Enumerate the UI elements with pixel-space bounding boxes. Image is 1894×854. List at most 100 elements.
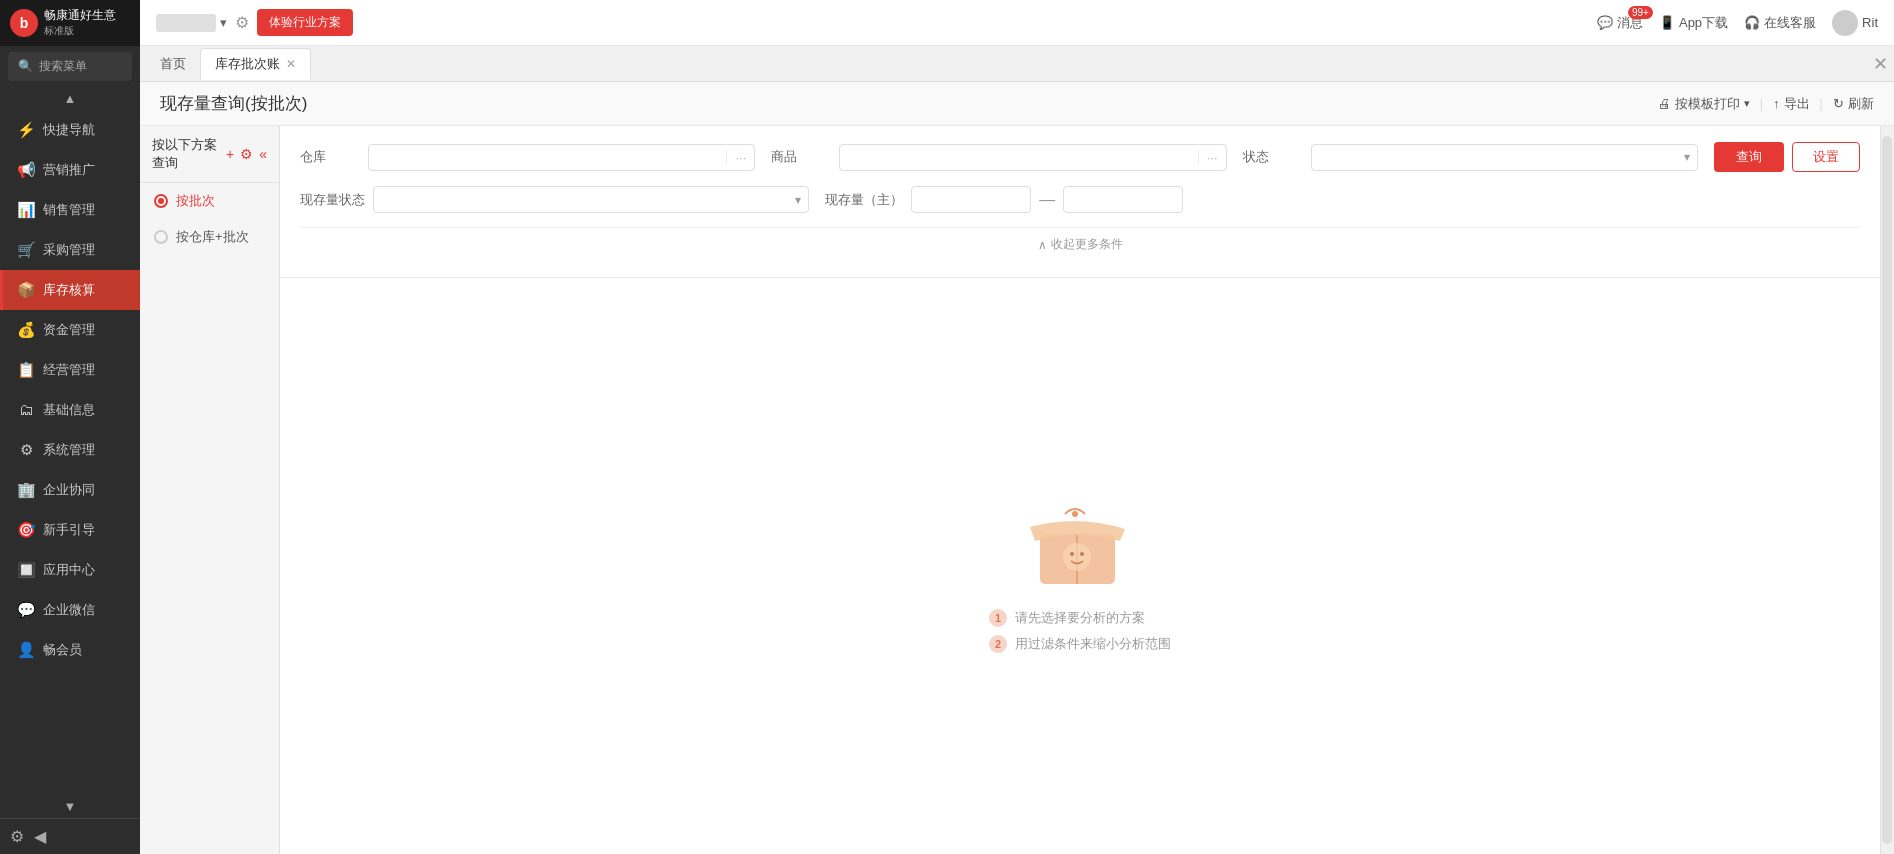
sidebar-item-marketing[interactable]: 📢 营销推广 bbox=[0, 150, 140, 190]
app-name: 畅康通好生意 bbox=[44, 8, 116, 24]
empty-svg bbox=[1020, 479, 1140, 589]
filter-item-by-batch[interactable]: 按批次 bbox=[140, 183, 279, 219]
right-scrollbar[interactable] bbox=[1880, 126, 1894, 854]
tab-home-label: 首页 bbox=[160, 55, 186, 73]
page-header: 现存量查询(按批次) 🖨 按模板打印 ▾ | ↑ 导出 | ↻ 刷新 bbox=[140, 82, 1894, 126]
sidebar-header: b 畅康通好生意 标准版 bbox=[0, 0, 140, 46]
product-input[interactable] bbox=[840, 145, 1197, 170]
enterprise-icon: 🏢 bbox=[17, 481, 35, 499]
stock-status-select-wrapper: 正常 不足 bbox=[373, 186, 809, 213]
filter-add-btn[interactable]: + bbox=[226, 146, 234, 162]
filter-sidebar: 按以下方案查询 + ⚙ « 按批次 按仓库+批次 bbox=[140, 126, 280, 854]
sidebar-item-newbie[interactable]: 🎯 新手引导 bbox=[0, 510, 140, 550]
sidebar-item-inventory[interactable]: 📦 库存核算 bbox=[0, 270, 140, 310]
sidebar-item-label: 畅会员 bbox=[43, 641, 82, 659]
topbar-left: ▾ ⚙ 体验行业方案 bbox=[156, 9, 1585, 36]
stock-status-label: 现存量状态 bbox=[300, 191, 365, 209]
sidebar-item-purchase[interactable]: 🛒 采购管理 bbox=[0, 230, 140, 270]
topbar-gear-icon[interactable]: ⚙ bbox=[235, 13, 249, 32]
message-badge: 99+ bbox=[1628, 6, 1653, 19]
sidebar-item-basic-info[interactable]: 🗂 基础信息 bbox=[0, 390, 140, 430]
print-template-btn[interactable]: 🖨 按模板打印 ▾ bbox=[1658, 95, 1750, 113]
stock-status-select[interactable]: 正常 不足 bbox=[373, 186, 809, 213]
filter-settings-btn[interactable]: ⚙ bbox=[240, 146, 253, 162]
stock-status-field: 现存量状态 正常 不足 bbox=[300, 186, 809, 213]
empty-hint-1: 1 请先选择要分析的方案 bbox=[989, 609, 1171, 627]
product-more-btn[interactable]: ··· bbox=[1198, 150, 1226, 165]
scroll-up-btn[interactable]: ▲ bbox=[0, 87, 140, 110]
message-btn[interactable]: 💬 消息 99+ bbox=[1597, 14, 1643, 32]
export-btn[interactable]: ↑ 导出 bbox=[1773, 95, 1810, 113]
print-chevron-icon[interactable]: ▾ bbox=[1744, 97, 1750, 110]
collapse-label: 收起更多条件 bbox=[1051, 236, 1123, 253]
sidebar-item-sales[interactable]: 📊 销售管理 bbox=[0, 190, 140, 230]
export-icon: ↑ bbox=[1773, 96, 1780, 111]
tab-home[interactable]: 首页 bbox=[146, 49, 200, 79]
search-menu-label: 搜索菜单 bbox=[39, 58, 87, 75]
sidebar-settings-btn[interactable]: ⚙ bbox=[10, 827, 24, 846]
status-field: 状态 在库 出库 bbox=[1243, 144, 1698, 171]
sidebar-item-wechat[interactable]: 💬 企业微信 bbox=[0, 590, 140, 630]
stock-qty-field: 现存量（主） — bbox=[825, 186, 1334, 213]
collapse-icon: ∧ bbox=[1038, 238, 1047, 252]
print-template-label: 按模板打印 bbox=[1675, 95, 1740, 113]
sidebar-collapse-btn[interactable]: ◀ bbox=[34, 827, 46, 846]
collapse-row[interactable]: ∧ 收起更多条件 bbox=[300, 227, 1860, 261]
settings-btn[interactable]: 设置 bbox=[1792, 142, 1860, 172]
sidebar-item-label: 经营管理 bbox=[43, 361, 95, 379]
sidebar-item-member[interactable]: 👤 畅会员 bbox=[0, 630, 140, 670]
user-menu[interactable]: Rit bbox=[1832, 10, 1878, 36]
tab-close-panel-icon[interactable]: ✕ bbox=[1873, 53, 1888, 75]
tab-inventory-batch[interactable]: 库存批次账 ✕ bbox=[200, 48, 311, 80]
filter-collapse-btn[interactable]: « bbox=[259, 146, 267, 162]
svg-point-3 bbox=[1063, 543, 1091, 571]
inventory-icon: 📦 bbox=[17, 281, 35, 299]
sidebar-nav: ⚡ 快捷导航 📢 营销推广 📊 销售管理 🛒 采购管理 📦 库存核算 💰 资金管… bbox=[0, 110, 140, 795]
system-icon: ⚙ bbox=[17, 441, 35, 459]
empty-hint-2: 2 用过滤条件来缩小分析范围 bbox=[989, 635, 1171, 653]
scroll-down-btn[interactable]: ▼ bbox=[0, 795, 140, 818]
sidebar-item-system[interactable]: ⚙ 系统管理 bbox=[0, 430, 140, 470]
stock-qty-from-input[interactable] bbox=[911, 186, 1031, 213]
warehouse-input-wrapper: ··· bbox=[368, 144, 755, 171]
form-row-2: 现存量状态 正常 不足 现存量（主） bbox=[300, 186, 1860, 213]
warehouse-label: 仓库 bbox=[300, 148, 360, 166]
refresh-icon: ↻ bbox=[1833, 96, 1844, 111]
refresh-btn[interactable]: ↻ 刷新 bbox=[1833, 95, 1874, 113]
empty-illustration bbox=[1020, 479, 1140, 589]
sidebar-item-apps[interactable]: 🔲 应用中心 bbox=[0, 550, 140, 590]
sidebar-item-enterprise[interactable]: 🏢 企业协同 bbox=[0, 470, 140, 510]
svg-point-5 bbox=[1080, 552, 1084, 556]
tabs-bar: 首页 库存批次账 ✕ ✕ bbox=[140, 46, 1894, 82]
product-input-wrapper: ··· bbox=[839, 144, 1226, 171]
warehouse-more-btn[interactable]: ··· bbox=[726, 150, 754, 165]
sidebar-item-operation[interactable]: 📋 经营管理 bbox=[0, 350, 140, 390]
divider-1: | bbox=[1760, 96, 1763, 111]
search-menu[interactable]: 🔍 搜索菜单 bbox=[8, 52, 132, 81]
sidebar-item-label: 基础信息 bbox=[43, 401, 95, 419]
stock-qty-to-input[interactable] bbox=[1063, 186, 1183, 213]
filter-radio-by-warehouse-batch bbox=[154, 230, 168, 244]
product-label: 商品 bbox=[771, 148, 831, 166]
sidebar-item-quick-nav[interactable]: ⚡ 快捷导航 bbox=[0, 110, 140, 150]
online-service-btn[interactable]: 🎧 在线客服 bbox=[1744, 14, 1816, 32]
status-label: 状态 bbox=[1243, 148, 1303, 166]
app-download-btn[interactable]: 📱 App下载 bbox=[1659, 14, 1728, 32]
tab-close-icon[interactable]: ✕ bbox=[286, 58, 296, 70]
online-service-label: 在线客服 bbox=[1764, 14, 1816, 32]
sidebar-item-finance[interactable]: 💰 资金管理 bbox=[0, 310, 140, 350]
page-actions: 🖨 按模板打印 ▾ | ↑ 导出 | ↻ 刷新 bbox=[1658, 95, 1874, 113]
divider-2: | bbox=[1820, 96, 1823, 111]
phone-icon: 📱 bbox=[1659, 15, 1675, 30]
status-select-wrapper: 在库 出库 bbox=[1311, 144, 1698, 171]
filter-item-by-warehouse-batch[interactable]: 按仓库+批次 bbox=[140, 219, 279, 255]
apps-icon: 🔲 bbox=[17, 561, 35, 579]
sidebar-item-label: 系统管理 bbox=[43, 441, 95, 459]
warehouse-input[interactable] bbox=[369, 145, 726, 170]
query-btn[interactable]: 查询 bbox=[1714, 142, 1784, 172]
query-form: 仓库 ··· 商品 ··· bbox=[280, 126, 1880, 278]
trial-btn[interactable]: 体验行业方案 bbox=[257, 9, 353, 36]
topbar-dropdown[interactable]: ▾ bbox=[156, 14, 227, 32]
main-body: 按以下方案查询 + ⚙ « 按批次 按仓库+批次 bbox=[140, 126, 1894, 854]
status-select[interactable]: 在库 出库 bbox=[1311, 144, 1698, 171]
